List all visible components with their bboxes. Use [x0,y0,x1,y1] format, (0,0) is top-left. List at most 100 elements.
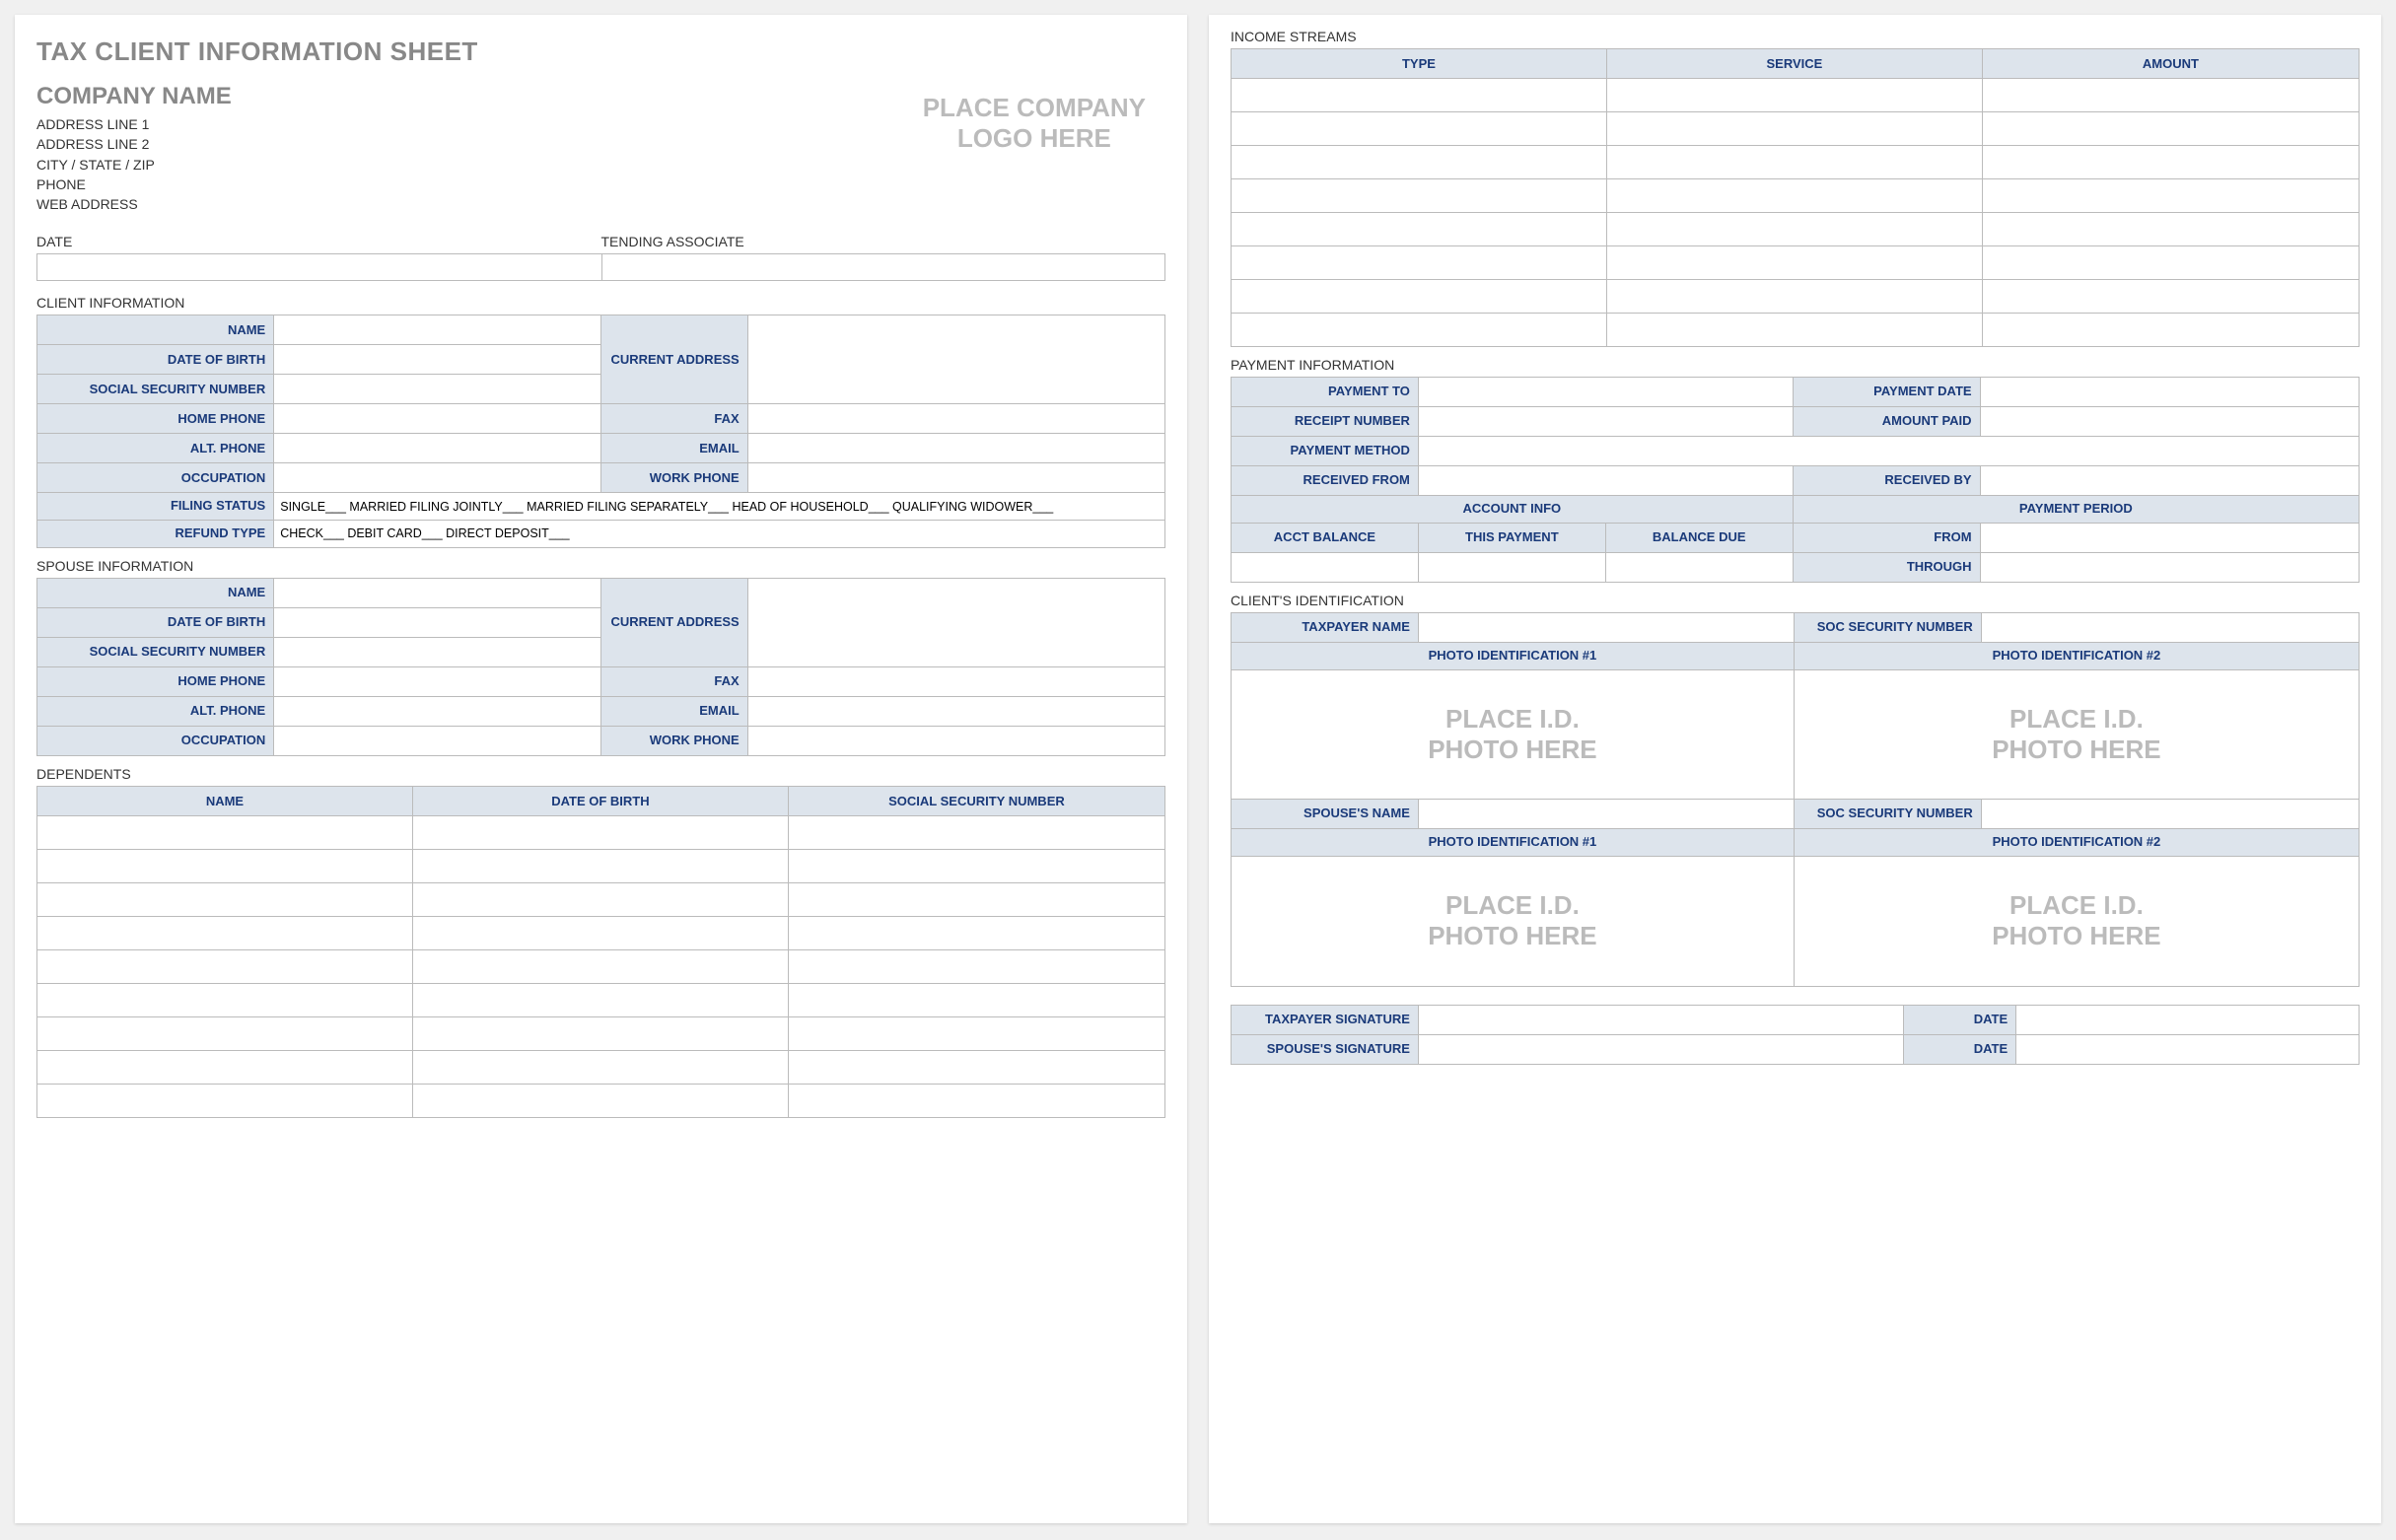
list-item[interactable] [412,917,788,950]
list-item[interactable] [37,917,413,950]
list-item[interactable] [1982,246,2359,280]
field-spouse-address[interactable] [747,579,1164,667]
list-item[interactable] [788,984,1164,1017]
list-item[interactable] [1606,246,1982,280]
spouse-photo1-placeholder[interactable]: PLACE I.D. PHOTO HERE [1232,857,1795,986]
field-id-spouse-name[interactable] [1418,800,1794,829]
associate-cell: TENDING ASSOCIATE [601,234,1166,281]
field-taxpayer-sign-date[interactable] [2016,1005,2360,1034]
field-fax[interactable] [747,404,1164,434]
list-item[interactable] [1606,314,1982,347]
field-occupation[interactable] [274,463,601,493]
list-item[interactable] [37,1017,413,1051]
list-item[interactable] [1232,179,1607,213]
associate-input[interactable] [601,253,1166,281]
list-item[interactable] [1232,79,1607,112]
list-item[interactable] [37,816,413,850]
list-item[interactable] [412,816,788,850]
field-taxpayer-name[interactable] [1418,612,1794,642]
field-email[interactable] [747,434,1164,463]
list-item[interactable] [1606,179,1982,213]
list-item[interactable] [412,950,788,984]
field-taxpayer-signature[interactable] [1418,1005,1903,1034]
list-item[interactable] [1606,146,1982,179]
list-item[interactable] [1606,213,1982,246]
field-spouse-dob[interactable] [274,608,601,638]
field-payment-method[interactable] [1418,437,2359,466]
field-spouse-signature[interactable] [1418,1034,1903,1064]
field-payment-date[interactable] [1980,378,2359,407]
list-item[interactable] [788,1051,1164,1085]
field-ssn[interactable] [274,375,601,404]
list-item[interactable] [1982,112,2359,146]
list-item[interactable] [37,850,413,883]
list-item[interactable] [37,1051,413,1085]
field-spouse-name[interactable] [274,579,601,608]
taxpayer-photo1-placeholder[interactable]: PLACE I.D. PHOTO HERE [1232,669,1795,799]
list-item[interactable] [788,883,1164,917]
spouse-photo2-placeholder[interactable]: PLACE I.D. PHOTO HERE [1794,857,2359,986]
field-current-address[interactable] [747,315,1164,404]
field-acct-balance[interactable] [1232,552,1419,582]
list-item[interactable] [1232,112,1607,146]
list-item[interactable] [788,816,1164,850]
list-item[interactable] [788,1085,1164,1118]
list-item[interactable] [1982,213,2359,246]
list-item[interactable] [37,883,413,917]
field-from[interactable] [1980,523,2359,552]
list-item[interactable] [412,850,788,883]
list-item[interactable] [412,1051,788,1085]
field-home-phone[interactable] [274,404,601,434]
list-item[interactable] [1982,79,2359,112]
field-spouse-occupation[interactable] [274,727,601,756]
field-this-payment[interactable] [1418,552,1605,582]
field-balance-due[interactable] [1605,552,1793,582]
list-item[interactable] [412,1085,788,1118]
date-input[interactable] [36,253,601,281]
field-id-spouse-ssn[interactable] [1981,800,2359,829]
field-spouse-alt-phone[interactable] [274,697,601,727]
field-taxpayer-ssn[interactable] [1981,612,2359,642]
field-filing-status[interactable]: SINGLE___ MARRIED FILING JOINTLY___ MARR… [274,493,1165,521]
field-spouse-work-phone[interactable] [747,727,1164,756]
list-item[interactable] [37,1085,413,1118]
list-item[interactable] [1232,146,1607,179]
field-dob[interactable] [274,345,601,375]
list-item[interactable] [1232,213,1607,246]
list-item[interactable] [1606,280,1982,314]
list-item[interactable] [1982,146,2359,179]
field-amount-paid[interactable] [1980,407,2359,437]
field-spouse-fax[interactable] [747,667,1164,697]
list-item[interactable] [1232,246,1607,280]
list-item[interactable] [788,850,1164,883]
list-item[interactable] [1982,314,2359,347]
field-receipt-no[interactable] [1418,407,1793,437]
field-alt-phone[interactable] [274,434,601,463]
list-item[interactable] [788,950,1164,984]
list-item[interactable] [1982,280,2359,314]
list-item[interactable] [412,1017,788,1051]
list-item[interactable] [37,950,413,984]
field-payment-to[interactable] [1418,378,1793,407]
list-item[interactable] [1982,179,2359,213]
list-item[interactable] [788,917,1164,950]
list-item[interactable] [37,984,413,1017]
field-work-phone[interactable] [747,463,1164,493]
list-item[interactable] [1606,79,1982,112]
field-spouse-sign-date[interactable] [2016,1034,2360,1064]
list-item[interactable] [412,883,788,917]
list-item[interactable] [412,984,788,1017]
field-name[interactable] [274,315,601,345]
taxpayer-photo2-placeholder[interactable]: PLACE I.D. PHOTO HERE [1794,669,2359,799]
list-item[interactable] [1232,280,1607,314]
field-received-from[interactable] [1418,466,1793,496]
list-item[interactable] [788,1017,1164,1051]
list-item[interactable] [1232,314,1607,347]
field-spouse-ssn[interactable] [274,638,601,667]
list-item[interactable] [1606,112,1982,146]
field-through[interactable] [1980,552,2359,582]
field-refund-type[interactable]: CHECK___ DEBIT CARD___ DIRECT DEPOSIT___ [274,521,1165,548]
field-spouse-home-phone[interactable] [274,667,601,697]
field-spouse-email[interactable] [747,697,1164,727]
field-received-by[interactable] [1980,466,2359,496]
